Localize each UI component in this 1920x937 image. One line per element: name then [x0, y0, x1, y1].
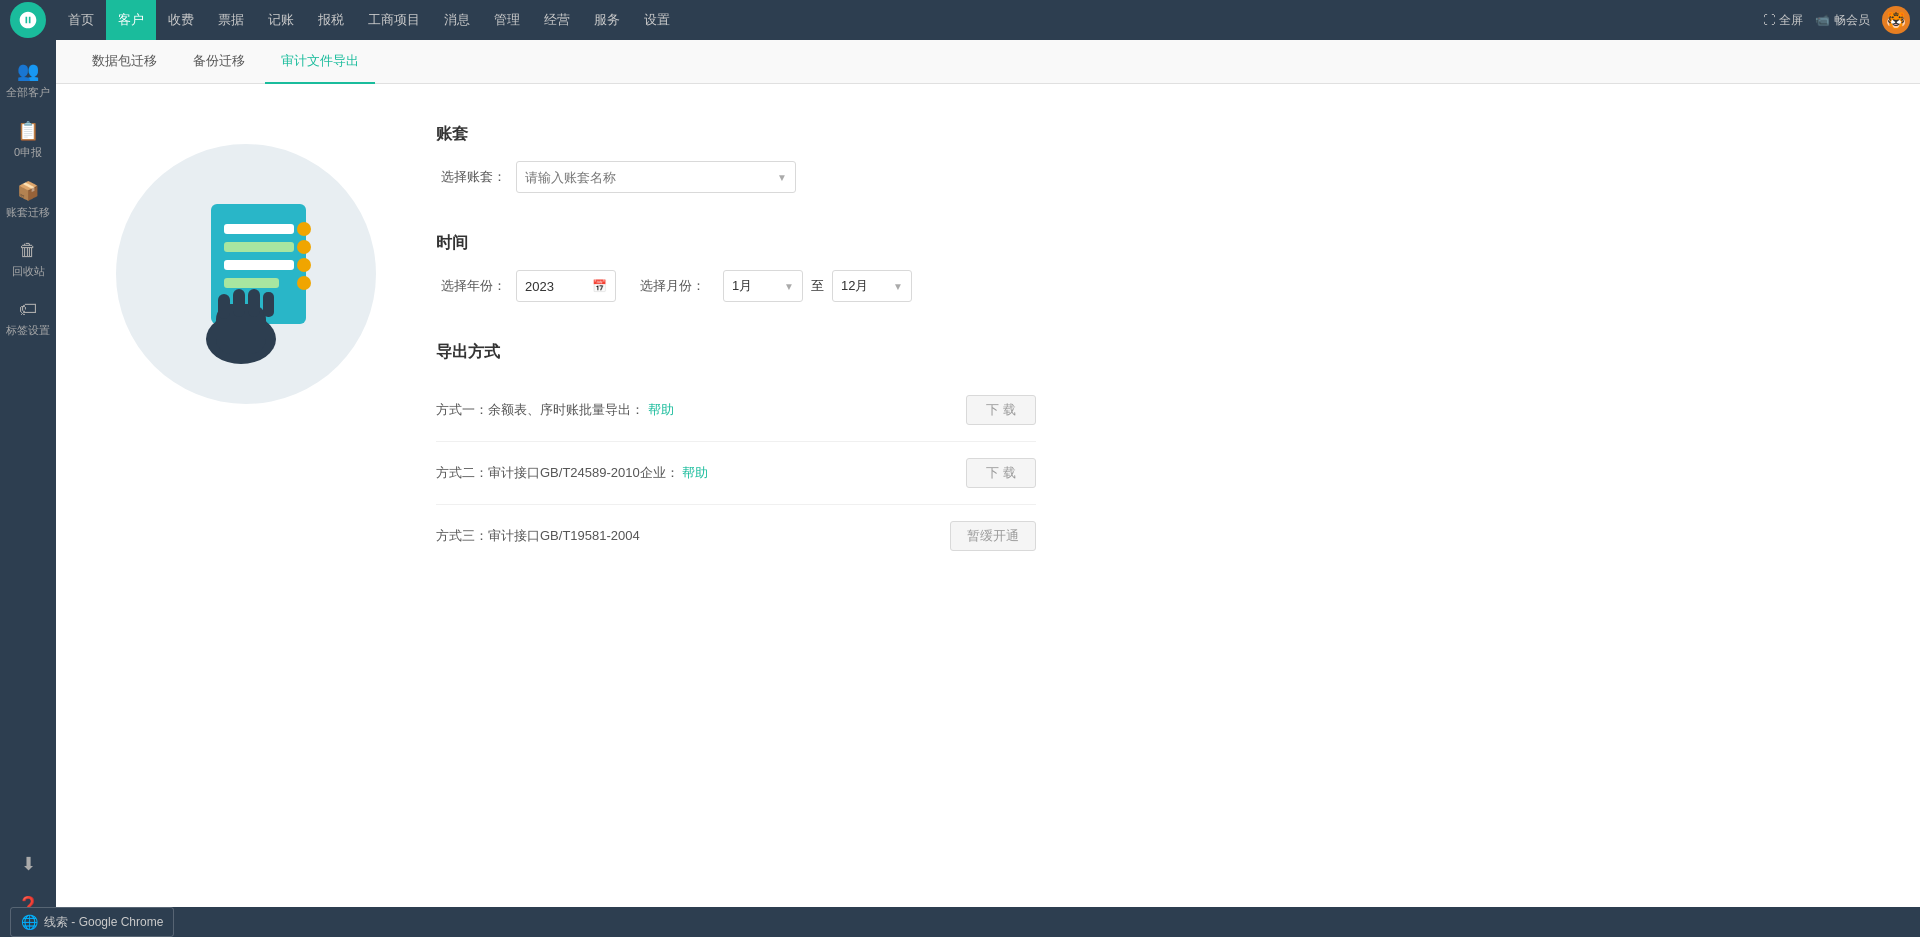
nav-message[interactable]: 消息 — [432, 0, 482, 40]
export-section: 方式一：余额表、序时账批量导出： 帮助 下 载 方式二：审计接口GB/T2458… — [436, 379, 1036, 567]
chevron-down-icon: ▼ — [777, 172, 787, 183]
date-row: 2023 📅 选择月份： 1月 ▼ 至 12月 ▼ — [516, 270, 912, 302]
nav-service[interactable]: 服务 — [582, 0, 632, 40]
chevron-down-icon-3: ▼ — [893, 281, 903, 292]
account-label: 选择账套： — [436, 168, 506, 186]
nav-customer[interactable]: 客户 — [106, 0, 156, 40]
nav-right: ⛶ 全屏 📹 畅会员 🐯 — [1763, 6, 1910, 34]
declaration-icon: 📋 — [17, 120, 39, 142]
sidebar-item-recycle-bin[interactable]: 🗑 回收站 — [0, 230, 56, 289]
svg-rect-11 — [218, 294, 230, 319]
to-label: 至 — [811, 277, 824, 295]
migration-icon: 📦 — [17, 180, 39, 202]
taskbar: 🌐 线索 - Google Chrome — [0, 907, 1920, 937]
illustration-svg — [156, 174, 336, 374]
account-input[interactable] — [525, 170, 777, 185]
nav-settings[interactable]: 设置 — [632, 0, 682, 40]
export-method-2: 方式二：审计接口GB/T24589-2010企业： 帮助 下 载 — [436, 442, 1036, 505]
chevron-down-icon-2: ▼ — [784, 281, 794, 292]
svg-point-6 — [297, 240, 311, 254]
member-btn[interactable]: 📹 畅会员 — [1815, 12, 1870, 29]
nav-invoice[interactable]: 票据 — [206, 0, 256, 40]
month-start-select[interactable]: 1月 ▼ — [723, 270, 803, 302]
fullscreen-icon: ⛶ — [1763, 13, 1775, 27]
taskbar-chrome[interactable]: 🌐 线索 - Google Chrome — [10, 907, 174, 937]
customers-icon: 👥 — [17, 60, 39, 82]
recycle-icon: 🗑 — [19, 240, 37, 261]
svg-rect-4 — [224, 278, 279, 288]
form-area: 账套 选择账套： ▼ 时间 选择年份： 2023 📅 选择月份： — [436, 124, 1036, 897]
nav-accounting[interactable]: 记账 — [256, 0, 306, 40]
sidebar-item-zero-declaration[interactable]: 📋 0申报 — [0, 110, 56, 170]
video-icon: 📹 — [1815, 13, 1830, 27]
nav-home[interactable]: 首页 — [56, 0, 106, 40]
nav-items: 首页 客户 收费 票据 记账 报税 工商项目 消息 管理 经营 服务 设置 — [56, 0, 1763, 40]
svg-rect-3 — [224, 260, 294, 270]
svg-point-8 — [297, 276, 311, 290]
account-section-title: 账套 — [436, 124, 1036, 145]
method-2-text: 方式二：审计接口GB/T24589-2010企业： 帮助 — [436, 464, 708, 482]
sidebar-item-account-migration[interactable]: 📦 账套迁移 — [0, 170, 56, 230]
year-select[interactable]: 2023 📅 — [516, 270, 616, 302]
download-icon: ⬇ — [21, 853, 36, 875]
method-1-text: 方式一：余额表、序时账批量导出： 帮助 — [436, 401, 674, 419]
nav-tax[interactable]: 报税 — [306, 0, 356, 40]
account-select[interactable]: ▼ — [516, 161, 796, 193]
month-end-select[interactable]: 12月 ▼ — [832, 270, 912, 302]
svg-rect-1 — [224, 224, 294, 234]
time-section-title: 时间 — [436, 233, 1036, 254]
tab-data-migration[interactable]: 数据包迁移 — [76, 40, 173, 84]
svg-point-7 — [297, 258, 311, 272]
nav-manage[interactable]: 管理 — [482, 0, 532, 40]
nav-operation[interactable]: 经营 — [532, 0, 582, 40]
app-logo[interactable] — [10, 2, 46, 38]
tabs-bar: 数据包迁移 备份迁移 审计文件导出 — [56, 40, 1920, 84]
sidebar: 👥 全部客户 📋 0申报 📦 账套迁移 🗑 回收站 🏷 标签设置 ⬇ ❓ — [0, 40, 56, 937]
account-form-row: 选择账套： ▼ — [436, 161, 1036, 193]
svg-point-5 — [297, 222, 311, 236]
sidebar-item-download[interactable]: ⬇ — [17, 843, 39, 885]
svg-rect-13 — [248, 289, 260, 317]
method-2-download-btn[interactable]: 下 载 — [966, 458, 1036, 488]
sidebar-item-tag-settings[interactable]: 🏷 标签设置 — [0, 289, 56, 348]
nav-billing[interactable]: 收费 — [156, 0, 206, 40]
month-label: 选择月份： — [640, 277, 705, 295]
top-nav: 首页 客户 收费 票据 记账 报税 工商项目 消息 管理 经营 服务 设置 ⛶ … — [0, 0, 1920, 40]
export-method-1: 方式一：余额表、序时账批量导出： 帮助 下 载 — [436, 379, 1036, 442]
month-start-value: 1月 — [732, 277, 752, 295]
avatar[interactable]: 🐯 — [1882, 6, 1910, 34]
chrome-icon: 🌐 — [21, 914, 38, 930]
method-3-open-btn[interactable]: 暂缓开通 — [950, 521, 1036, 551]
export-section-title: 导出方式 — [436, 342, 1036, 363]
tag-icon: 🏷 — [19, 299, 37, 320]
nav-business[interactable]: 工商项目 — [356, 0, 432, 40]
svg-rect-14 — [263, 292, 274, 317]
month-end-value: 12月 — [841, 277, 868, 295]
time-form-row: 选择年份： 2023 📅 选择月份： 1月 ▼ 至 12月 ▼ — [436, 270, 1036, 302]
year-label: 选择年份： — [436, 277, 506, 295]
tab-audit-export[interactable]: 审计文件导出 — [265, 40, 375, 84]
svg-rect-2 — [224, 242, 294, 252]
tab-backup-migration[interactable]: 备份迁移 — [177, 40, 261, 84]
main-wrapper: 数据包迁移 备份迁移 审计文件导出 — [56, 40, 1920, 937]
fullscreen-btn[interactable]: ⛶ 全屏 — [1763, 12, 1803, 29]
svg-rect-12 — [233, 289, 245, 317]
calendar-icon: 📅 — [592, 279, 607, 293]
illustration-wrap — [116, 124, 376, 897]
method-1-help-link[interactable]: 帮助 — [648, 402, 674, 417]
year-value: 2023 — [525, 279, 554, 294]
sidebar-item-all-customers[interactable]: 👥 全部客户 — [0, 50, 56, 110]
method-2-help-link[interactable]: 帮助 — [682, 465, 708, 480]
content-area: 账套 选择账套： ▼ 时间 选择年份： 2023 📅 选择月份： — [56, 84, 1920, 937]
method-1-download-btn[interactable]: 下 载 — [966, 395, 1036, 425]
method-3-text: 方式三：审计接口GB/T19581-2004 — [436, 527, 640, 545]
illustration-circle — [116, 144, 376, 404]
export-method-3: 方式三：审计接口GB/T19581-2004 暂缓开通 — [436, 505, 1036, 567]
